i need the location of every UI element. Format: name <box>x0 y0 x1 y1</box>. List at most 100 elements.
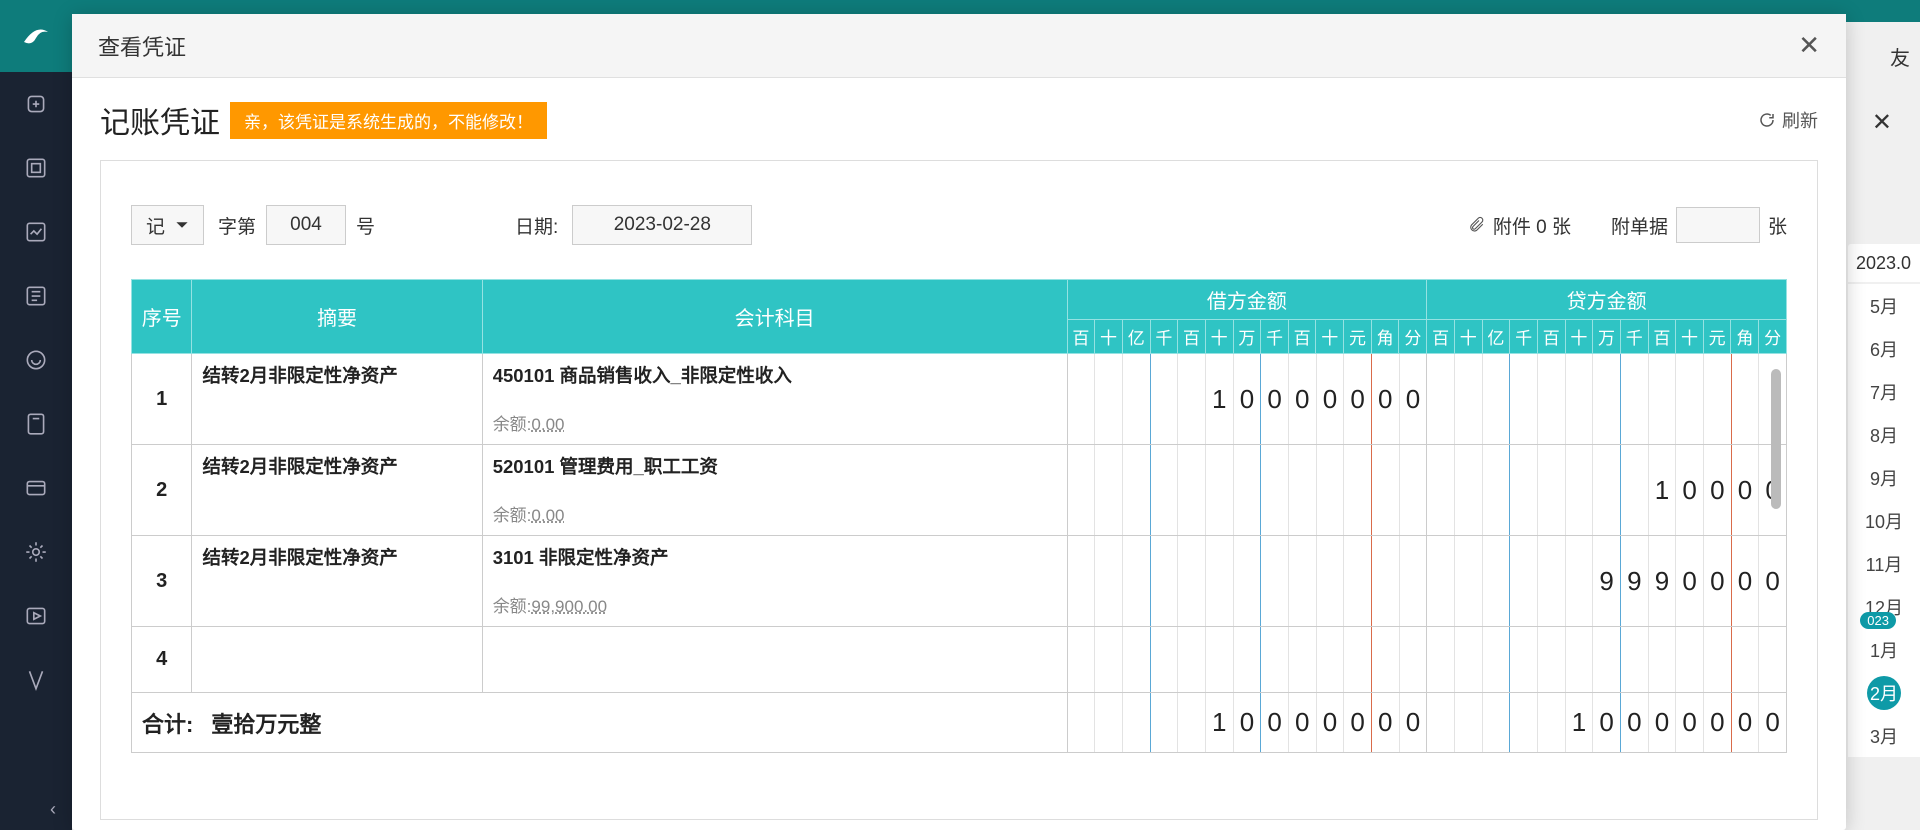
voucher-modal: 查看凭证 ✕ 记账凭证 亲，该凭证是系统生成的，不能修改！ 刷新 记 字第 00… <box>72 14 1846 830</box>
voucher-number-input[interactable]: 004 <box>266 205 346 245</box>
month-item[interactable]: 10月 <box>1848 499 1920 542</box>
digit-cell: 0 <box>1261 354 1289 444</box>
cell-debit[interactable] <box>1067 445 1427 536</box>
digit-cell <box>1206 445 1234 535</box>
digit-cell <box>1649 354 1677 444</box>
cell-summary[interactable] <box>192 627 482 693</box>
th-digit: 十 <box>1676 320 1704 354</box>
digit-cell: 0 <box>1400 354 1427 444</box>
digit-cell <box>1206 627 1234 692</box>
nav-item-7[interactable] <box>0 456 72 520</box>
digit-cell: 0 <box>1732 693 1760 752</box>
digit-cell: 0 <box>1732 536 1760 626</box>
digit-cell <box>1400 536 1427 626</box>
nav-item-10[interactable] <box>0 648 72 712</box>
digit-cell <box>1123 354 1151 444</box>
digit-cell <box>1510 693 1538 752</box>
digit-cell <box>1178 445 1206 535</box>
digit-cell <box>1455 536 1483 626</box>
th-digit: 十 <box>1205 320 1233 354</box>
month-item[interactable]: 6月 <box>1848 327 1920 370</box>
nav-item-5[interactable] <box>0 328 72 392</box>
cell-debit[interactable] <box>1067 536 1427 627</box>
cell-account[interactable] <box>482 627 1067 693</box>
year-selector[interactable]: 2023.0 <box>1848 244 1920 282</box>
cell-account[interactable]: 450101 商品销售收入_非限定性收入余额:0.00 <box>482 354 1067 445</box>
nav-item-8[interactable] <box>0 520 72 584</box>
month-item[interactable]: 3月 <box>1848 714 1920 757</box>
month-item[interactable]: 7月 <box>1848 370 1920 413</box>
refresh-icon <box>1758 111 1776 129</box>
attachment-link[interactable]: 附件 0 张 <box>1467 212 1571 239</box>
nav-item-6[interactable] <box>0 392 72 456</box>
date-label: 日期: <box>515 212 558 239</box>
cell-summary[interactable]: 结转2月非限定性净资产 <box>192 536 482 627</box>
digit-cell <box>1151 354 1179 444</box>
refresh-button[interactable]: 刷新 <box>1758 107 1818 133</box>
th-digit: 百 <box>1427 320 1455 354</box>
sidebar-collapse-icon[interactable]: ‹ <box>50 799 56 820</box>
digit-cell <box>1510 627 1538 692</box>
digit-cell <box>1123 536 1151 626</box>
digit-cell <box>1621 354 1649 444</box>
digit-cell <box>1068 445 1096 535</box>
th-digit: 百 <box>1537 320 1565 354</box>
digit-cell: 0 <box>1234 693 1262 752</box>
cell-credit[interactable]: 9990000 <box>1427 536 1787 627</box>
cell-debit[interactable]: 10000000 <box>1067 354 1427 445</box>
digit-cell: 0 <box>1372 693 1400 752</box>
th-digit: 百 <box>1648 320 1676 354</box>
nav-item-4[interactable] <box>0 264 72 328</box>
digit-cell <box>1068 354 1096 444</box>
nav-item-2[interactable] <box>0 136 72 200</box>
receipt-count-input[interactable] <box>1676 207 1760 243</box>
digit-cell: 9 <box>1649 536 1677 626</box>
bg-close-icon[interactable]: ✕ <box>1872 108 1892 137</box>
date-input[interactable]: 2023-02-28 <box>572 205 752 245</box>
th-digit: 万 <box>1233 320 1261 354</box>
month-item[interactable]: 5月 <box>1848 284 1920 327</box>
digit-cell: 1 <box>1566 693 1594 752</box>
digit-cell <box>1483 627 1511 692</box>
nav-item-3[interactable] <box>0 200 72 264</box>
month-item-active[interactable]: 2月 <box>1848 671 1920 714</box>
cell-summary[interactable]: 结转2月非限定性净资产 <box>192 354 482 445</box>
cell-debit[interactable] <box>1067 627 1427 693</box>
digit-cell: 0 <box>1289 354 1317 444</box>
th-digit: 亿 <box>1122 320 1150 354</box>
digit-cell <box>1289 445 1317 535</box>
table-row: 1结转2月非限定性净资产450101 商品销售收入_非限定性收入余额:0.001… <box>132 354 1787 445</box>
cell-credit[interactable] <box>1427 627 1787 693</box>
attachment-label: 附件 0 张 <box>1493 212 1571 239</box>
cell-account[interactable]: 520101 管理费用_职工工资余额:0.00 <box>482 445 1067 536</box>
digit-cell <box>1095 627 1123 692</box>
totals-credit: 10000000 <box>1427 693 1787 753</box>
digit-cell: 0 <box>1759 693 1786 752</box>
month-item[interactable]: 9月 <box>1848 456 1920 499</box>
digit-cell <box>1759 627 1786 692</box>
cell-account[interactable]: 3101 非限定性净资产余额:99,900.00 <box>482 536 1067 627</box>
th-credit: 贷方金额 <box>1427 280 1787 320</box>
digit-cell <box>1151 627 1179 692</box>
digit-cell <box>1261 445 1289 535</box>
cell-summary[interactable]: 结转2月非限定性净资产 <box>192 445 482 536</box>
app-logo[interactable] <box>0 0 72 72</box>
digit-cell <box>1732 354 1760 444</box>
voucher-type-select[interactable]: 记 <box>131 205 204 245</box>
month-item[interactable]: 8月 <box>1848 413 1920 456</box>
digit-cell <box>1621 627 1649 692</box>
nav-item-9[interactable] <box>0 584 72 648</box>
th-digit: 角 <box>1371 320 1399 354</box>
cell-credit[interactable] <box>1427 354 1787 445</box>
digit-cell: 0 <box>1621 693 1649 752</box>
totals-debit: 10000000 <box>1067 693 1427 753</box>
nav-item-1[interactable] <box>0 72 72 136</box>
cell-credit[interactable]: 10000 <box>1427 445 1787 536</box>
close-icon[interactable]: ✕ <box>1798 30 1820 61</box>
month-item[interactable]: 1月 <box>1848 628 1920 671</box>
digit-cell <box>1510 536 1538 626</box>
scrollbar-thumb[interactable] <box>1771 369 1781 509</box>
month-item[interactable]: 11月 <box>1848 542 1920 585</box>
refresh-label: 刷新 <box>1782 107 1818 133</box>
th-digit: 千 <box>1261 320 1289 354</box>
